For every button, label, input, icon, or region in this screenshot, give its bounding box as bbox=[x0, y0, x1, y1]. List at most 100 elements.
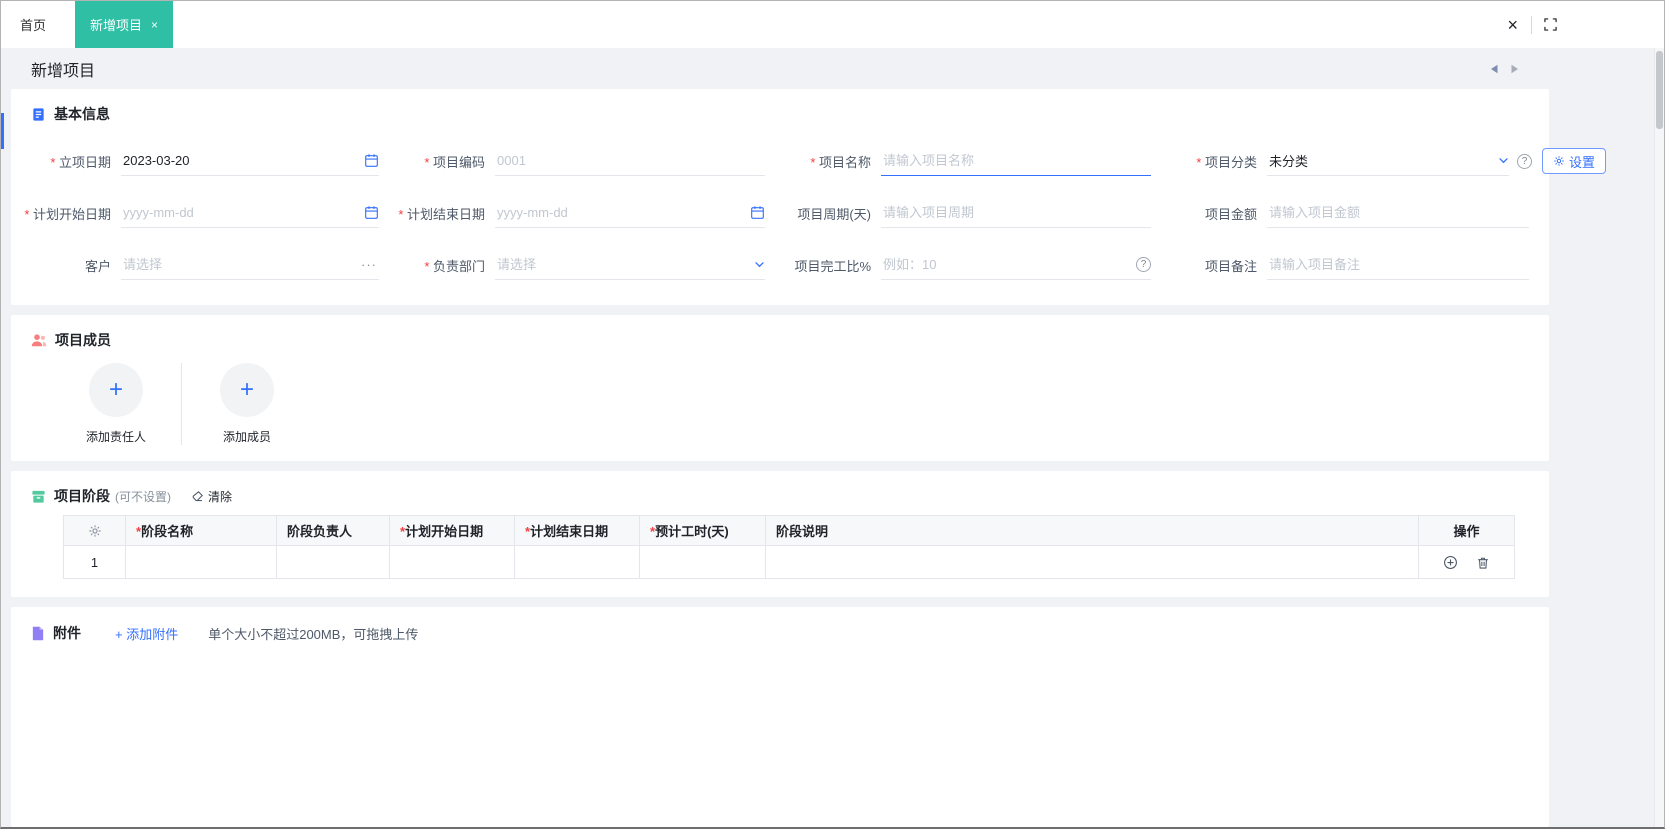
stage-end-cell[interactable] bbox=[514, 545, 640, 579]
nav-back-icon[interactable] bbox=[1490, 64, 1498, 74]
customer-input[interactable] bbox=[121, 257, 359, 272]
nav-forward-icon[interactable] bbox=[1511, 64, 1519, 74]
project-amount-input[interactable] bbox=[1267, 205, 1529, 220]
attachments-title: 附件 bbox=[53, 625, 81, 641]
calendar-icon[interactable] bbox=[750, 205, 765, 220]
chevron-down-icon[interactable] bbox=[754, 259, 765, 270]
stage-start-cell[interactable] bbox=[389, 545, 515, 579]
stage-row: 1 bbox=[63, 545, 1515, 579]
title-nav bbox=[1490, 48, 1519, 89]
tab-new-project[interactable]: 新增项目 × bbox=[75, 1, 174, 48]
tab-home[interactable]: 首页 bbox=[1, 1, 65, 48]
window-controls: × bbox=[1494, 1, 1569, 48]
stage-hours-cell[interactable] bbox=[639, 545, 766, 579]
customer-label: 客户 bbox=[84, 258, 111, 274]
basic-info-section: 基本信息 立项日期 项目编码 bbox=[11, 89, 1607, 305]
project-amount-label: 项目金额 bbox=[1204, 206, 1257, 222]
field-project-code: 项目编码 bbox=[397, 146, 765, 176]
stage-actions-cell bbox=[1418, 545, 1515, 579]
completion-percent-label: 项目完工比% bbox=[794, 258, 871, 274]
field-department: 负责部门 bbox=[397, 250, 765, 280]
stage-owner-cell[interactable] bbox=[276, 545, 390, 579]
project-remark-input[interactable] bbox=[1267, 257, 1529, 272]
stages-table-header-row: 阶段名称 阶段负责人 计划开始日期 计划结束日期 预计工时(天) 阶段说明 操作 bbox=[63, 515, 1515, 546]
field-project-amount: 项目金额 bbox=[1169, 198, 1531, 228]
stage-row-index: 1 bbox=[63, 545, 126, 579]
tab-close-icon[interactable]: × bbox=[151, 19, 158, 31]
tab-bar: 首页 新增项目 × × bbox=[1, 1, 1664, 48]
add-member-label: 添加成员 bbox=[222, 430, 271, 444]
form-row-2: 计划开始日期 计划结束日期 bbox=[23, 187, 1531, 239]
app-window: 首页 新增项目 × × 新增项目 基本信息 * 立项日期 2023-03-20 … bbox=[0, 0, 1665, 829]
window-close-icon[interactable]: × bbox=[1494, 16, 1531, 34]
approval-date-input[interactable] bbox=[121, 153, 360, 168]
attachments-header: 附件 + 添加附件 单个大小不超过200MB，可拖拽上传 bbox=[11, 607, 1549, 659]
scrollbar-thumb[interactable] bbox=[1656, 51, 1663, 129]
category-help-icon[interactable]: ? bbox=[1517, 153, 1532, 169]
plus-icon[interactable]: + bbox=[220, 363, 274, 417]
project-amount-control bbox=[1267, 198, 1529, 228]
project-remark-label: 项目备注 bbox=[1204, 258, 1257, 274]
add-member-button[interactable]: + 添加成员 bbox=[182, 363, 312, 445]
field-approval-date: 立项日期 bbox=[23, 146, 379, 176]
project-cycle-label: 项目周期(天) bbox=[797, 206, 871, 222]
calendar-icon[interactable] bbox=[364, 153, 379, 168]
field-plan-end-date: 计划结束日期 bbox=[397, 198, 765, 228]
category-settings-label: 设置 bbox=[1569, 154, 1596, 170]
delete-row-icon[interactable] bbox=[1476, 556, 1490, 570]
column-settings-header[interactable] bbox=[63, 515, 126, 546]
category-settings-button[interactable]: 设置 bbox=[1542, 148, 1607, 174]
customer-more-icon[interactable]: ··· bbox=[359, 257, 379, 272]
project-code-input[interactable] bbox=[495, 153, 765, 168]
basic-info-title: 基本信息 bbox=[54, 106, 110, 122]
fullscreen-icon[interactable] bbox=[1532, 18, 1569, 31]
stages-title: 项目阶段 bbox=[54, 488, 110, 504]
add-owner-button[interactable]: + 添加责任人 bbox=[51, 363, 181, 445]
left-accent-bar bbox=[1, 113, 4, 149]
page-title-bar: 新增项目 bbox=[1, 48, 1664, 89]
stage-name-cell[interactable] bbox=[125, 545, 277, 579]
project-name-input[interactable] bbox=[881, 153, 1151, 168]
customer-control: ··· bbox=[121, 250, 379, 280]
chevron-down-icon[interactable] bbox=[1498, 155, 1509, 166]
basic-info-header: 基本信息 bbox=[11, 89, 1549, 133]
stage-end-header: 计划结束日期 bbox=[514, 515, 640, 546]
eraser-icon bbox=[191, 490, 204, 503]
project-remark-control bbox=[1267, 250, 1529, 280]
field-plan-start-date: 计划开始日期 bbox=[23, 198, 379, 228]
field-customer: 客户 ··· bbox=[23, 250, 379, 280]
gear-icon[interactable] bbox=[65, 524, 125, 538]
plan-start-control bbox=[121, 198, 379, 228]
plan-end-input[interactable] bbox=[495, 205, 746, 220]
add-owner-label: 添加责任人 bbox=[85, 430, 146, 444]
department-label: 负责部门 bbox=[397, 256, 485, 275]
department-input[interactable] bbox=[495, 257, 750, 272]
stage-hours-header: 预计工时(天) bbox=[639, 515, 766, 546]
add-row-icon[interactable] bbox=[1443, 555, 1458, 570]
people-icon bbox=[31, 333, 47, 348]
project-category-select[interactable]: 未分类 bbox=[1267, 146, 1509, 176]
project-name-control bbox=[881, 146, 1151, 176]
plan-start-input[interactable] bbox=[121, 205, 360, 220]
page-content: 基本信息 立项日期 项目编码 bbox=[1, 89, 1664, 827]
file-icon bbox=[31, 626, 45, 641]
clear-stages-button[interactable]: 清除 bbox=[191, 488, 232, 505]
members-body: + 添加责任人 + 添加成员 bbox=[11, 359, 1549, 461]
stages-optional-note: (可不设置) bbox=[115, 489, 171, 504]
plus-icon[interactable]: + bbox=[89, 363, 143, 417]
field-project-remark: 项目备注 bbox=[1169, 250, 1531, 280]
clear-stages-label: 清除 bbox=[208, 489, 233, 504]
tab-new-project-label: 新增项目 bbox=[90, 18, 143, 33]
department-select[interactable] bbox=[495, 250, 765, 280]
stage-start-header: 计划开始日期 bbox=[389, 515, 515, 546]
members-header: 项目成员 bbox=[11, 315, 1549, 359]
add-attachment-button[interactable]: + 添加附件 bbox=[115, 624, 178, 643]
basic-info-form: 立项日期 项目编码 bbox=[11, 133, 1607, 305]
project-cycle-input[interactable] bbox=[881, 205, 1151, 220]
completion-percent-input[interactable] bbox=[881, 257, 1128, 272]
calendar-icon[interactable] bbox=[364, 205, 379, 220]
page-title: 新增项目 bbox=[31, 62, 96, 80]
completion-help-icon[interactable]: ? bbox=[1136, 257, 1151, 272]
stage-desc-cell[interactable] bbox=[765, 545, 1419, 579]
stage-desc-header: 阶段说明 bbox=[765, 515, 1419, 546]
